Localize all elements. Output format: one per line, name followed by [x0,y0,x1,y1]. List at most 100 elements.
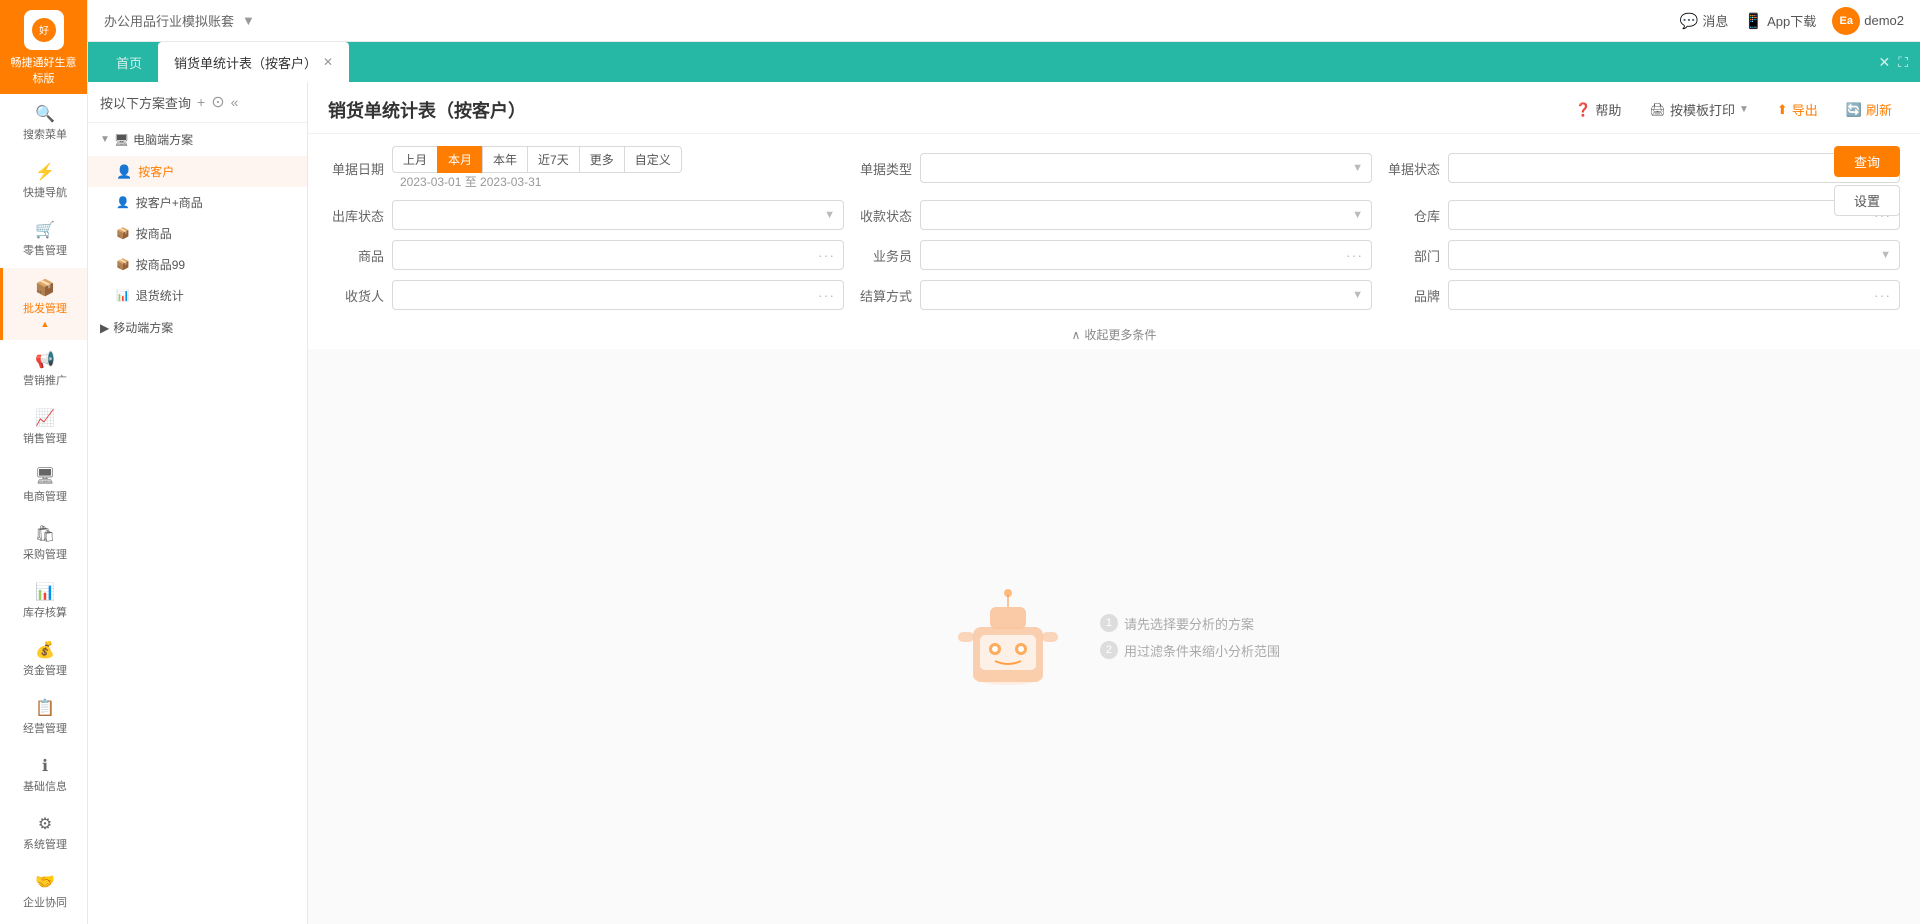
salesperson-input[interactable]: ··· [920,240,1372,270]
order-type-arrow: ▼ [1352,162,1363,174]
date-7days-btn[interactable]: 近7天 [527,146,579,173]
collapse-filter-btn[interactable]: ∧ 收起更多条件 [328,320,1900,349]
refresh-label: 刷新 [1866,100,1892,119]
sidebar-item-marketing[interactable]: 📢 营销推广 [0,340,87,398]
order-type-dropdown[interactable]: ▼ [920,153,1372,183]
scheme-item-product-99[interactable]: 📦 按商品99 [88,249,307,280]
product-more-icon: ··· [818,247,835,263]
print-icon: 🖨 [1649,102,1666,118]
recipient-input[interactable]: ··· [392,280,844,310]
date-custom-btn[interactable]: 自定义 [624,146,682,173]
sidebar-item-guide[interactable]: 🎯 新手引导 [0,920,87,924]
collapse-panel-btn[interactable]: « [231,94,239,110]
scheme-product99-label: 按商品99 [136,256,185,273]
sidebar-item-quick-nav[interactable]: ⚡ 快捷导航 [0,152,87,210]
sidebar-item-finance[interactable]: 💰 资金管理 [0,630,87,688]
template-print-label: 按模板打印 [1670,100,1735,119]
refresh-btn[interactable]: 🔄 刷新 [1838,96,1900,123]
export-btn[interactable]: ⬆ 导出 [1769,96,1826,123]
date-last-month-btn[interactable]: 上月 [392,146,437,173]
scheme-cp-icon: 👤 [116,196,130,209]
mobile-group-label: 移动端方案 [113,319,173,336]
sidebar-item-operations[interactable]: 📋 经营管理 [0,688,87,746]
template-print-btn[interactable]: 🖨 按模板打印 ▼ [1641,96,1756,123]
filter-row-1: 单据日期 上月 本月 本年 近7天 更多 自定义 2023-03-01 至 20… [328,146,1900,190]
sidebar-item-quick-nav-label: 快捷导航 [7,184,83,200]
empty-state-content: 1 请先选择要分析的方案 2 用过滤条件来缩小分析范围 [948,577,1280,697]
wholesale-icon: 📦 [7,278,83,298]
tip-num-2: 2 [1100,641,1118,659]
pc-scheme-group[interactable]: ▼ 🖥 电脑端方案 [88,123,307,156]
logo-subtitle: 标版 [33,70,55,86]
query-button[interactable]: 查询 [1834,146,1900,177]
sidebar-item-ecommerce[interactable]: 🖥 电商管理 [0,456,87,514]
app-download-btn[interactable]: 📱 App下载 [1744,11,1816,30]
product-input[interactable]: ··· [392,240,844,270]
help-label: 帮助 [1595,100,1621,119]
out-status-dropdown[interactable]: ▼ [392,200,844,230]
mobile-scheme-group[interactable]: ▶ 移动端方案 [88,311,307,344]
sidebar-item-sales[interactable]: 📈 销售管理 [0,398,87,456]
sidebar-item-basic-info-label: 基础信息 [7,778,83,794]
scheme-item-by-customer[interactable]: 👤 按客户 [88,156,307,187]
sidebar-item-basic-info[interactable]: ℹ 基础信息 [0,746,87,804]
scheme-product99-icon: 📦 [116,258,130,271]
scheme-item-customer-product[interactable]: 👤 按客户+商品 [88,187,307,218]
settlement-dropdown[interactable]: ▼ [920,280,1372,310]
tab-home[interactable]: 首页 [100,42,158,82]
sidebar-item-wholesale[interactable]: 📦 批发管理 ▲ [0,268,87,340]
scheme-item-by-product[interactable]: 📦 按商品 [88,218,307,249]
date-this-month-btn[interactable]: 本月 [437,146,482,173]
username: demo2 [1864,13,1904,28]
sidebar-item-search[interactable]: 🔍 搜索菜单 [0,94,87,152]
scheme-item-return-stats[interactable]: 📊 退货统计 [88,280,307,311]
sidebar-item-ecommerce-label: 电商管理 [7,488,83,504]
empty-text: 1 请先选择要分析的方案 2 用过滤条件来缩小分析范围 [1100,614,1280,660]
maximize-window-icon[interactable]: ⛶ [1898,54,1908,71]
payment-status-dropdown[interactable]: ▼ [920,200,1372,230]
sidebar-item-inventory-label: 库存核算 [7,604,83,620]
operations-icon: 📋 [7,698,83,718]
scheme-product-label: 按商品 [136,225,172,242]
settings-scheme-btn[interactable]: ⊙ [211,92,224,112]
sidebar-item-retail[interactable]: 🛒 零售管理 [0,210,87,268]
date-more-btn[interactable]: 更多 [579,146,624,173]
tab-home-label: 首页 [116,53,142,72]
print-dropdown-icon: ▼ [1739,104,1749,115]
svg-text:好: 好 [39,25,49,37]
sidebar-item-system[interactable]: ⚙ 系统管理 [0,804,87,862]
header-dropdown-icon[interactable]: ▼ [242,13,255,28]
refresh-icon: 🔄 [1846,102,1862,118]
out-status-arrow: ▼ [824,209,835,221]
order-status-item: 单据状态 ▼ [1384,153,1900,183]
add-scheme-btn[interactable]: + [197,94,205,110]
recipient-label: 收货人 [328,286,384,305]
sidebar-item-enterprise[interactable]: 🤝 企业协同 [0,862,87,920]
header-right: 💬 消息 📱 App下载 Ea demo2 [1680,7,1904,35]
empty-state: 1 请先选择要分析的方案 2 用过滤条件来缩小分析范围 [308,349,1920,924]
sidebar-item-purchase[interactable]: 🛍 采购管理 [0,514,87,572]
empty-tip-1: 1 请先选择要分析的方案 [1100,614,1254,633]
department-dropdown[interactable]: ▼ [1448,240,1900,270]
sidebar-item-inventory[interactable]: 📊 库存核算 [0,572,87,630]
close-window-icon[interactable]: ✕ [1878,54,1890,71]
order-status-dropdown[interactable]: ▼ [1448,153,1900,183]
scheme-customer-label: 按客户 [138,163,174,180]
out-status-label: 出库状态 [328,206,384,225]
main-content: 办公用品行业模拟账套 ▼ 💬 消息 📱 App下载 Ea demo2 首页 销货… [88,0,1920,924]
help-btn[interactable]: ❓ 帮助 [1567,96,1629,123]
scheme-return-label: 退货统计 [136,287,184,304]
user-profile-btn[interactable]: Ea demo2 [1832,7,1904,35]
tab-sales-stats[interactable]: 销货单统计表（按客户） ✕ [158,42,349,82]
warehouse-input[interactable]: ··· [1448,200,1900,230]
query-settings-area: 查询 设置 [1834,146,1900,216]
tab-close-icon[interactable]: ✕ [323,55,333,69]
settings-button[interactable]: 设置 [1834,185,1900,216]
collapse-chevron-icon: ∧ [1072,328,1081,342]
messages-btn[interactable]: 💬 消息 [1680,11,1729,30]
brand-input[interactable]: ··· [1448,280,1900,310]
date-this-year-btn[interactable]: 本年 [482,146,527,173]
brand-more-icon: ··· [1874,287,1891,303]
sidebar-item-finance-label: 资金管理 [7,662,83,678]
sidebar-item-search-label: 搜索菜单 [7,126,83,142]
